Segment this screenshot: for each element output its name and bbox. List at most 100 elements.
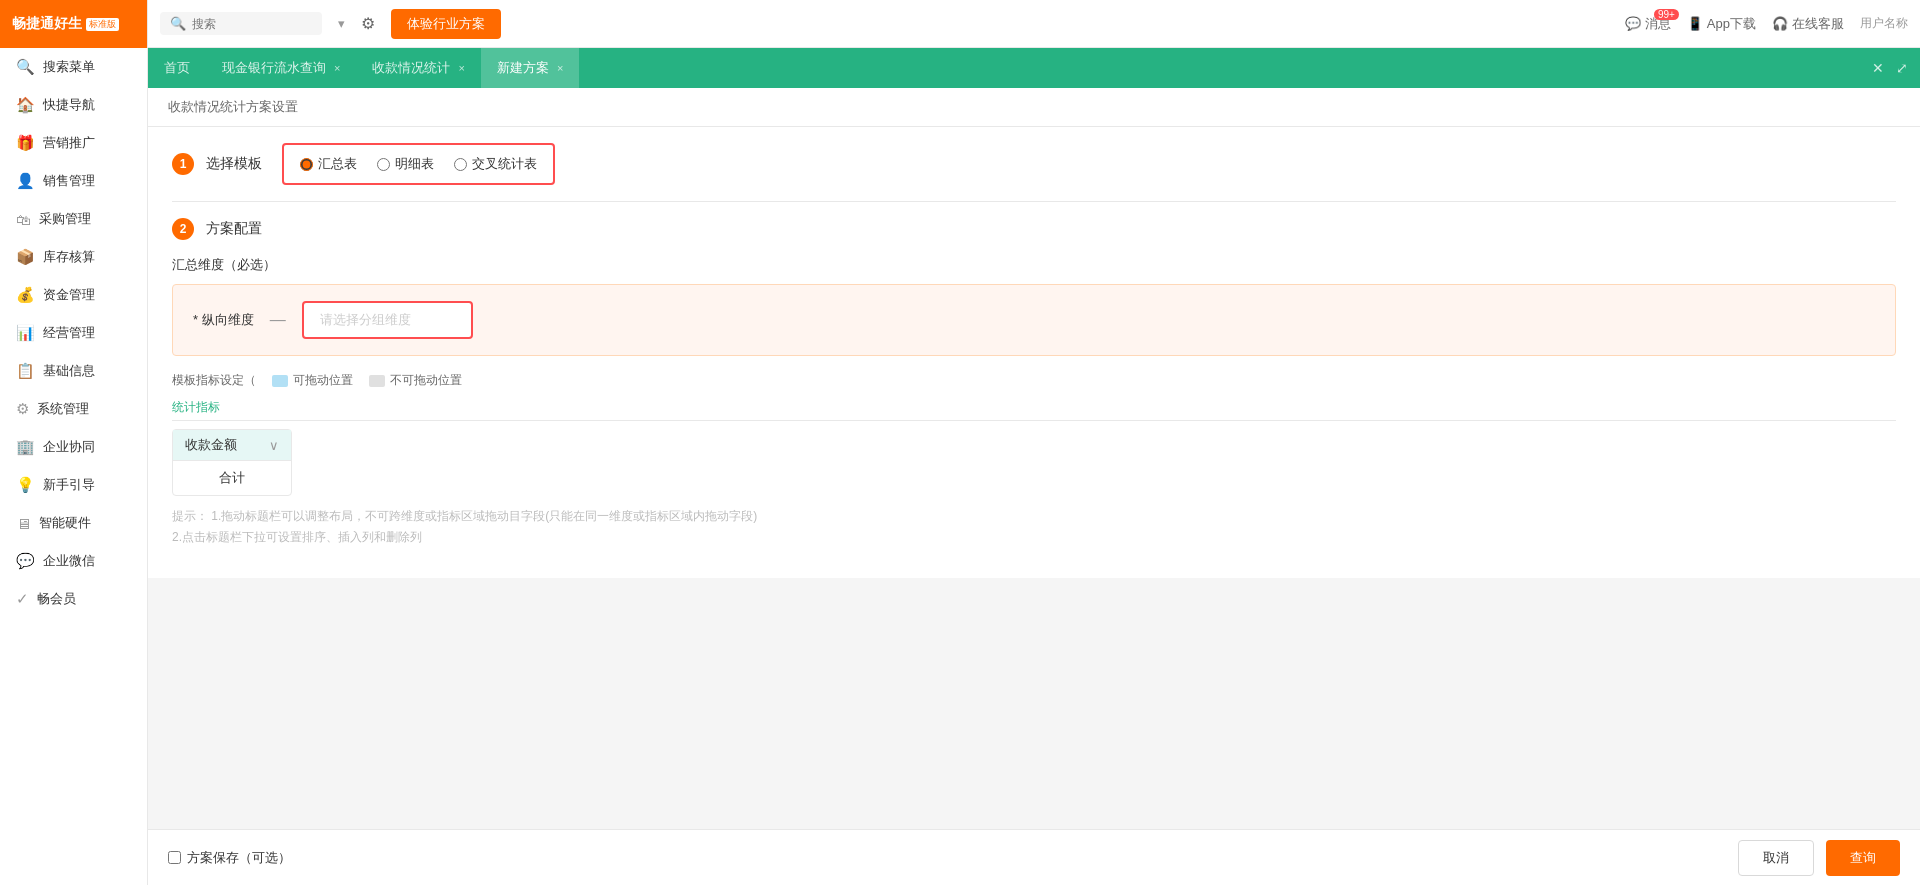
main-area: 🔍 ▾ ⚙ 体验行业方案 💬 消息 99+ 📱 App下载 🎧 在线客服 用户名… [148, 0, 1920, 885]
save-label: 方案保存（可选） [187, 849, 291, 867]
tab-label: 首页 [164, 59, 190, 77]
sidebar-item-search-menu[interactable]: 🔍 搜索菜单 [0, 48, 147, 86]
sidebar-item-enterprise[interactable]: 🏢 企业协同 [0, 428, 147, 466]
template-detail-label: 明细表 [395, 155, 434, 173]
logo-badge: 标准版 [86, 18, 119, 31]
monitor-icon: 🖥 [16, 515, 31, 532]
sidebar-item-label: 资金管理 [43, 286, 95, 304]
headset-icon: 🎧 [1772, 16, 1788, 31]
trial-button[interactable]: 体验行业方案 [391, 9, 501, 39]
sidebar-item-label: 营销推广 [43, 134, 95, 152]
user-icon: 👤 [16, 172, 35, 190]
dropdown-arrow-icon[interactable]: ▾ [338, 16, 345, 31]
metrics-total-row: 合计 [173, 461, 291, 495]
download-button[interactable]: 📱 App下载 [1687, 15, 1756, 33]
step2-badge: 2 [172, 218, 194, 240]
check-icon: ✓ [16, 590, 29, 608]
sidebar-item-label: 系统管理 [37, 400, 89, 418]
tab-close-icon[interactable]: × [458, 62, 464, 74]
dimension-selector[interactable]: 请选择分组维度 [302, 301, 473, 339]
template-crosstab-radio[interactable] [454, 158, 467, 171]
sidebar-item-label: 经营管理 [43, 324, 95, 342]
message-icon: 💬 [1625, 16, 1641, 31]
tab-close-icon[interactable]: × [334, 62, 340, 74]
metrics-column-header[interactable]: 收款金额 ∨ [173, 430, 291, 461]
metrics-legend: 模板指标设定（ 可拖动位置 不可拖动位置 [172, 372, 1896, 389]
maximize-icon[interactable]: ⤢ [1896, 60, 1908, 76]
sidebar-item-hardware[interactable]: 🖥 智能硬件 [0, 504, 147, 542]
step2-label: 方案配置 [206, 220, 262, 238]
template-detail-option[interactable]: 明细表 [377, 155, 434, 173]
sidebar-item-quick-nav[interactable]: 🏠 快捷导航 [0, 86, 147, 124]
sidebar-item-finance[interactable]: 💰 资金管理 [0, 276, 147, 314]
search-icon: 🔍 [16, 58, 35, 76]
sidebar-item-marketing[interactable]: 🎁 营销推广 [0, 124, 147, 162]
tab-close-icon[interactable]: × [557, 62, 563, 74]
tab-new-plan[interactable]: 新建方案 × [481, 48, 579, 88]
sidebar-item-guide[interactable]: 💡 新手引导 [0, 466, 147, 504]
user-name: 用户名称 [1860, 15, 1908, 32]
service-button[interactable]: 🎧 在线客服 [1772, 15, 1844, 33]
list-icon: 📋 [16, 362, 35, 380]
topbar-right: 💬 消息 99+ 📱 App下载 🎧 在线客服 用户名称 [1625, 15, 1908, 33]
fixed-indicator [369, 375, 385, 387]
sidebar: 畅捷通好生 标准版 🔍 搜索菜单 🏠 快捷导航 🎁 营销推广 👤 销售管理 🛍 … [0, 0, 148, 885]
legend-fixed-label: 不可拖动位置 [390, 372, 462, 389]
tab-receipt-stats[interactable]: 收款情况统计 × [356, 48, 480, 88]
close-window-icon[interactable]: ✕ [1872, 60, 1884, 76]
settings-icon[interactable]: ⚙ [361, 14, 375, 33]
page-title: 收款情况统计方案设置 [148, 88, 1920, 127]
draggable-indicator [272, 375, 288, 387]
column-header-label: 收款金额 [185, 436, 237, 454]
template-summary-option[interactable]: 汇总表 [300, 155, 357, 173]
sidebar-item-sales[interactable]: 👤 销售管理 [0, 162, 147, 200]
search-box[interactable]: 🔍 [160, 12, 322, 35]
sidebar-item-system[interactable]: ⚙ 系统管理 [0, 390, 147, 428]
row-dimension-label: * 纵向维度 [193, 311, 254, 329]
metrics-legend-title: 模板指标设定（ [172, 372, 256, 389]
notification-badge: 99+ [1654, 9, 1679, 20]
sidebar-item-label: 搜索菜单 [43, 58, 95, 76]
step1-row: 1 选择模板 汇总表 明细表 交叉统计表 [172, 143, 1896, 185]
legend-draggable-label: 可拖动位置 [293, 372, 353, 389]
template-crosstab-label: 交叉统计表 [472, 155, 537, 173]
sidebar-item-label: 基础信息 [43, 362, 95, 380]
bag-icon: 🛍 [16, 211, 31, 228]
sidebar-item-inventory[interactable]: 📦 库存核算 [0, 238, 147, 276]
dimension-area: * 纵向维度 — 请选择分组维度 [172, 284, 1896, 356]
metrics-config: 模板指标设定（ 可拖动位置 不可拖动位置 统计指标 收款金 [172, 372, 1896, 496]
query-button[interactable]: 查询 [1826, 840, 1900, 876]
tabbar: 首页 现金银行流水查询 × 收款情况统计 × 新建方案 × ✕ ⤢ [148, 48, 1920, 88]
tab-home[interactable]: 首页 [148, 48, 206, 88]
template-summary-radio[interactable] [300, 158, 313, 171]
sidebar-item-operation[interactable]: 📊 经营管理 [0, 314, 147, 352]
template-crosstab-option[interactable]: 交叉统计表 [454, 155, 537, 173]
gift-icon: 🎁 [16, 134, 35, 152]
step1-badge: 1 [172, 153, 194, 175]
topbar: 🔍 ▾ ⚙ 体验行业方案 💬 消息 99+ 📱 App下载 🎧 在线客服 用户名… [148, 0, 1920, 48]
template-detail-radio[interactable] [377, 158, 390, 171]
sidebar-item-purchase[interactable]: 🛍 采购管理 [0, 200, 147, 238]
tip-1: 提示： 1.拖动标题栏可以调整布局，不可跨维度或指标区域拖动目字段(只能在同一维… [172, 508, 1896, 525]
tab-label: 现金银行流水查询 [222, 59, 326, 77]
cancel-button[interactable]: 取消 [1738, 840, 1814, 876]
notification-button[interactable]: 💬 消息 99+ [1625, 15, 1671, 33]
sidebar-item-basic-info[interactable]: 📋 基础信息 [0, 352, 147, 390]
sidebar-item-label: 企业微信 [43, 552, 95, 570]
search-input[interactable] [192, 17, 312, 31]
content-area: 收款情况统计方案设置 1 选择模板 汇总表 明细表 [148, 88, 1920, 829]
sidebar-item-label: 畅会员 [37, 590, 76, 608]
tab-bank-flow[interactable]: 现金银行流水查询 × [206, 48, 356, 88]
sidebar-item-wechat[interactable]: 💬 企业微信 [0, 542, 147, 580]
service-label: 在线客服 [1792, 15, 1844, 33]
step1-label: 选择模板 [206, 155, 262, 173]
save-checkbox[interactable] [168, 851, 181, 864]
sidebar-logo: 畅捷通好生 标准版 [0, 0, 147, 48]
column-dropdown-icon[interactable]: ∨ [269, 438, 279, 453]
metrics-section-label: 统计指标 [172, 399, 1896, 421]
sidebar-item-member[interactable]: ✓ 畅会员 [0, 580, 147, 618]
chat-icon: 💬 [16, 552, 35, 570]
save-option[interactable]: 方案保存（可选） [168, 849, 291, 867]
metrics-table: 收款金额 ∨ 合计 [172, 429, 292, 496]
home-icon: 🏠 [16, 96, 35, 114]
